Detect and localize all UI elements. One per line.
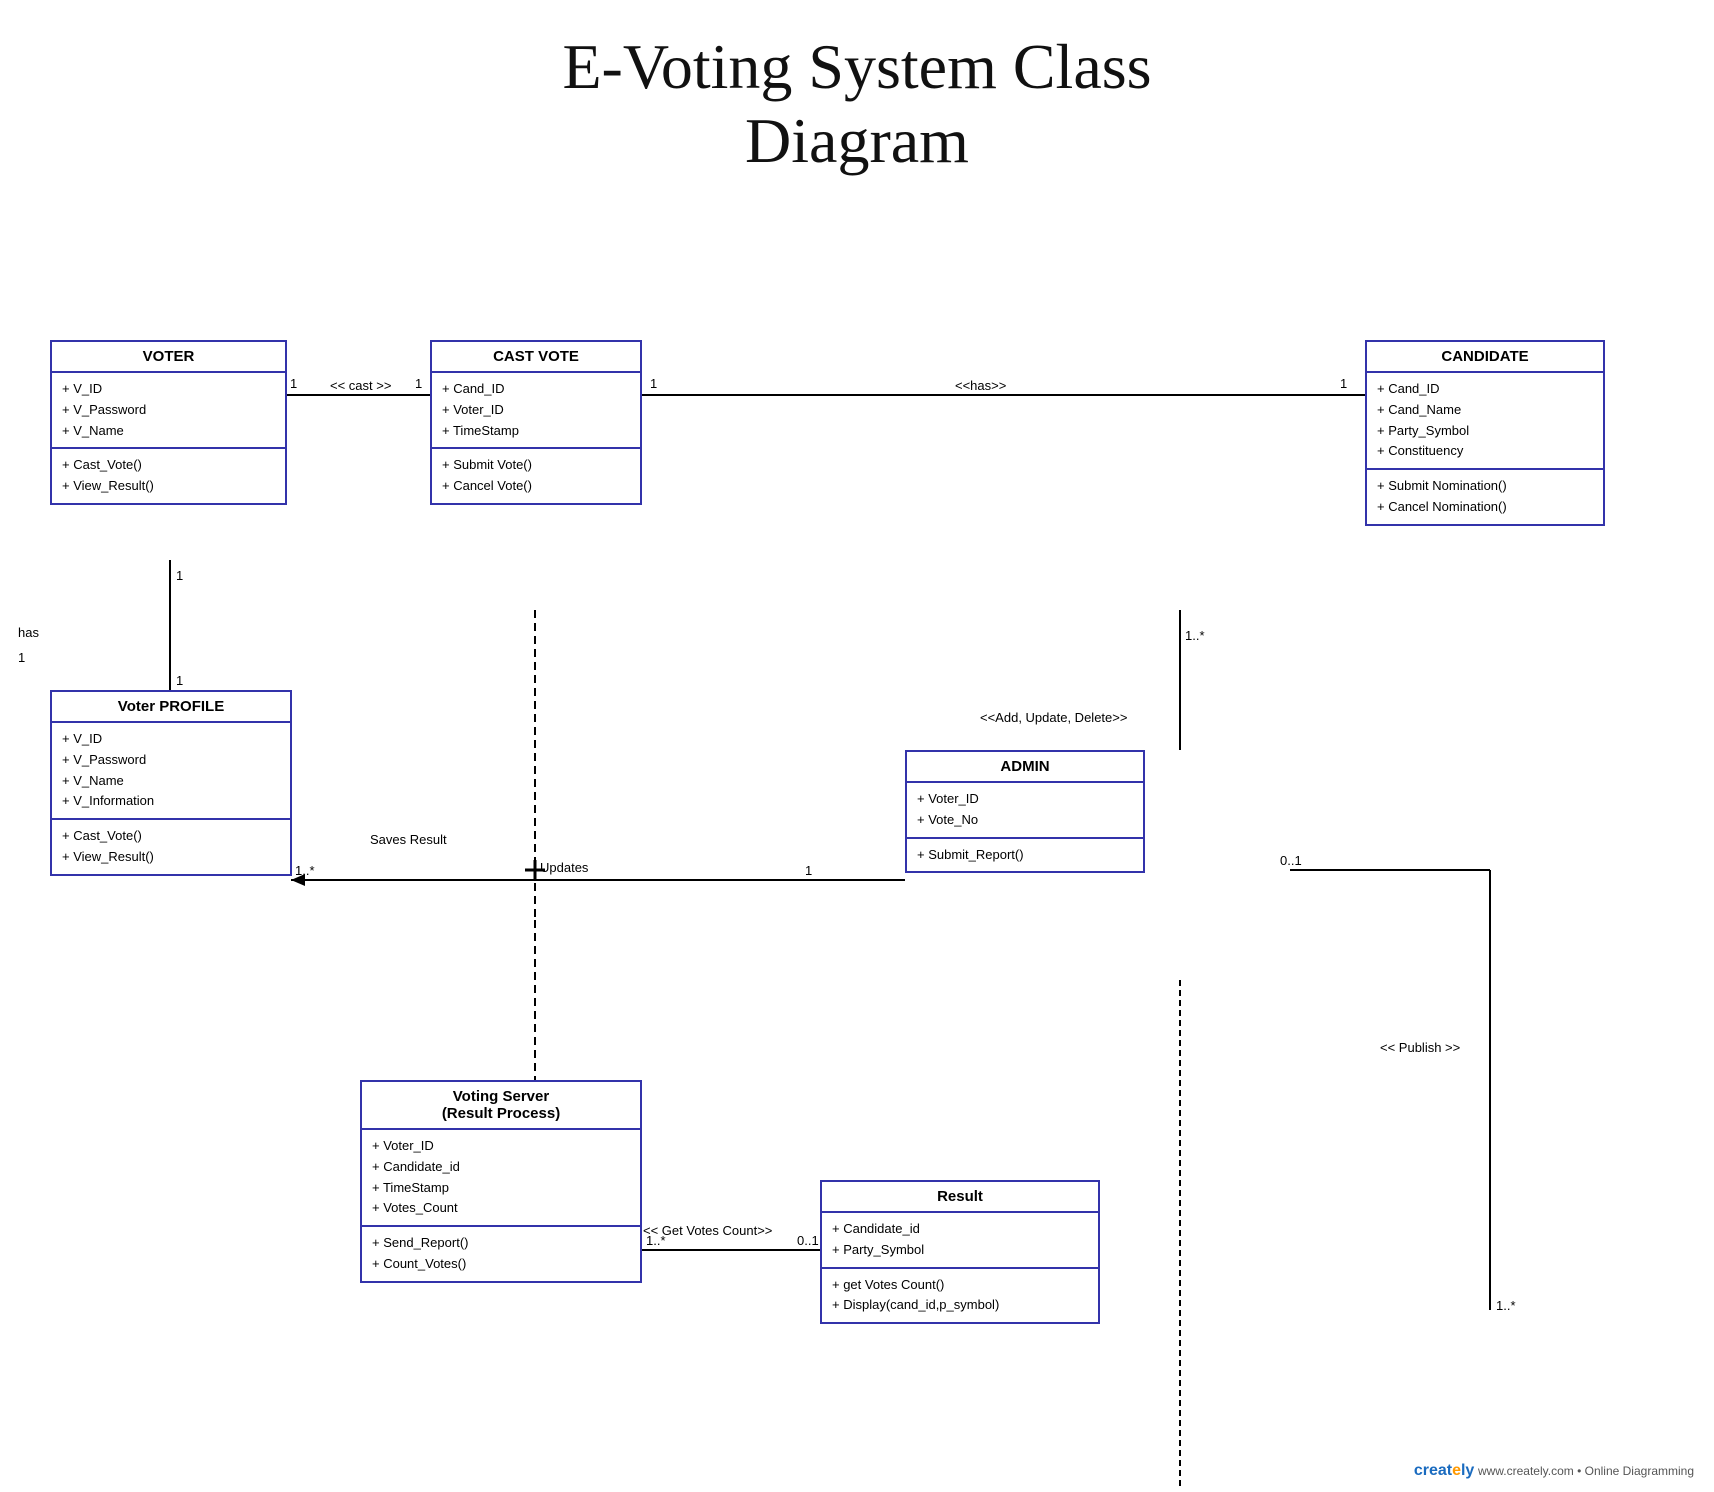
label-publish: << Publish >> [1380, 1040, 1460, 1055]
voting-server-methods: + Send_Report()+ Count_Votes() [362, 1227, 640, 1281]
voter-methods: + Cast_Vote()+ View_Result() [52, 449, 285, 503]
label-updates: Updates [540, 860, 588, 875]
voter-profile-methods: + Cast_Vote()+ View_Result() [52, 820, 290, 874]
voting-server-class: Voting Server(Result Process) + Voter_ID… [360, 1080, 642, 1283]
result-methods: + get Votes Count()+ Display(cand_id,p_s… [822, 1269, 1098, 1323]
cast-vote-attributes: + Cand_ID+ Voter_ID+ TimeStamp [432, 373, 640, 449]
voter-profile-attributes: + V_ID+ V_Password+ V_Name+ V_Informatio… [52, 723, 290, 820]
watermark-text: www.creately.com • Online Diagramming [1478, 1464, 1694, 1478]
svg-text:1: 1 [415, 376, 422, 391]
candidate-title: CANDIDATE [1367, 342, 1603, 373]
voter-profile-class: Voter PROFILE + V_ID+ V_Password+ V_Name… [50, 690, 292, 876]
svg-text:1..*: 1..* [1496, 1298, 1516, 1313]
admin-title: ADMIN [907, 752, 1143, 783]
candidate-class: CANDIDATE + Cand_ID+ Cand_Name+ Party_Sy… [1365, 340, 1605, 526]
label-cast: << cast >> [330, 378, 391, 393]
page-title: E-Voting System ClassDiagram [0, 0, 1714, 197]
admin-attributes: + Voter_ID+ Vote_No [907, 783, 1143, 839]
result-title: Result [822, 1182, 1098, 1213]
admin-class: ADMIN + Voter_ID+ Vote_No + Submit_Repor… [905, 750, 1145, 873]
result-class: Result + Candidate_id+ Party_Symbol + ge… [820, 1180, 1100, 1324]
cast-vote-methods: + Submit Vote()+ Cancel Vote() [432, 449, 640, 503]
label-has: <<has>> [955, 378, 1006, 393]
label-voter-one: 1 [18, 650, 25, 665]
voting-server-title: Voting Server(Result Process) [362, 1082, 640, 1130]
creately-logo: creately [1414, 1462, 1475, 1479]
voter-profile-title: Voter PROFILE [52, 692, 290, 723]
candidate-methods: + Submit Nomination()+ Cancel Nomination… [1367, 470, 1603, 524]
svg-text:0..1: 0..1 [1280, 853, 1302, 868]
svg-text:1..*: 1..* [1185, 628, 1205, 643]
cast-vote-title: CAST VOTE [432, 342, 640, 373]
label-get-votes: << Get Votes Count>> [643, 1223, 772, 1238]
voting-server-attributes: + Voter_ID+ Candidate_id+ TimeStamp+ Vot… [362, 1130, 640, 1227]
voter-attributes: + V_ID+ V_Password+ V_Name [52, 373, 285, 449]
label-saves-result: Saves Result [370, 832, 447, 847]
svg-text:1: 1 [805, 863, 812, 878]
svg-text:1: 1 [290, 376, 297, 391]
watermark: creately www.creately.com • Online Diagr… [1414, 1462, 1694, 1480]
voter-title: VOTER [52, 342, 285, 373]
svg-text:1: 1 [176, 568, 183, 583]
candidate-attributes: + Cand_ID+ Cand_Name+ Party_Symbol+ Cons… [1367, 373, 1603, 470]
cast-vote-class: CAST VOTE + Cand_ID+ Voter_ID+ TimeStamp… [430, 340, 642, 505]
svg-text:1: 1 [1340, 376, 1347, 391]
result-attributes: + Candidate_id+ Party_Symbol [822, 1213, 1098, 1269]
svg-text:1: 1 [176, 673, 183, 688]
svg-text:1..*: 1..* [295, 863, 315, 878]
svg-text:0..1: 0..1 [797, 1233, 819, 1248]
admin-methods: + Submit_Report() [907, 839, 1143, 872]
voter-class: VOTER + V_ID+ V_Password+ V_Name + Cast_… [50, 340, 287, 505]
svg-text:1: 1 [650, 376, 657, 391]
label-add-update-delete: <<Add, Update, Delete>> [980, 710, 1127, 725]
label-voter-has: has [18, 625, 39, 640]
